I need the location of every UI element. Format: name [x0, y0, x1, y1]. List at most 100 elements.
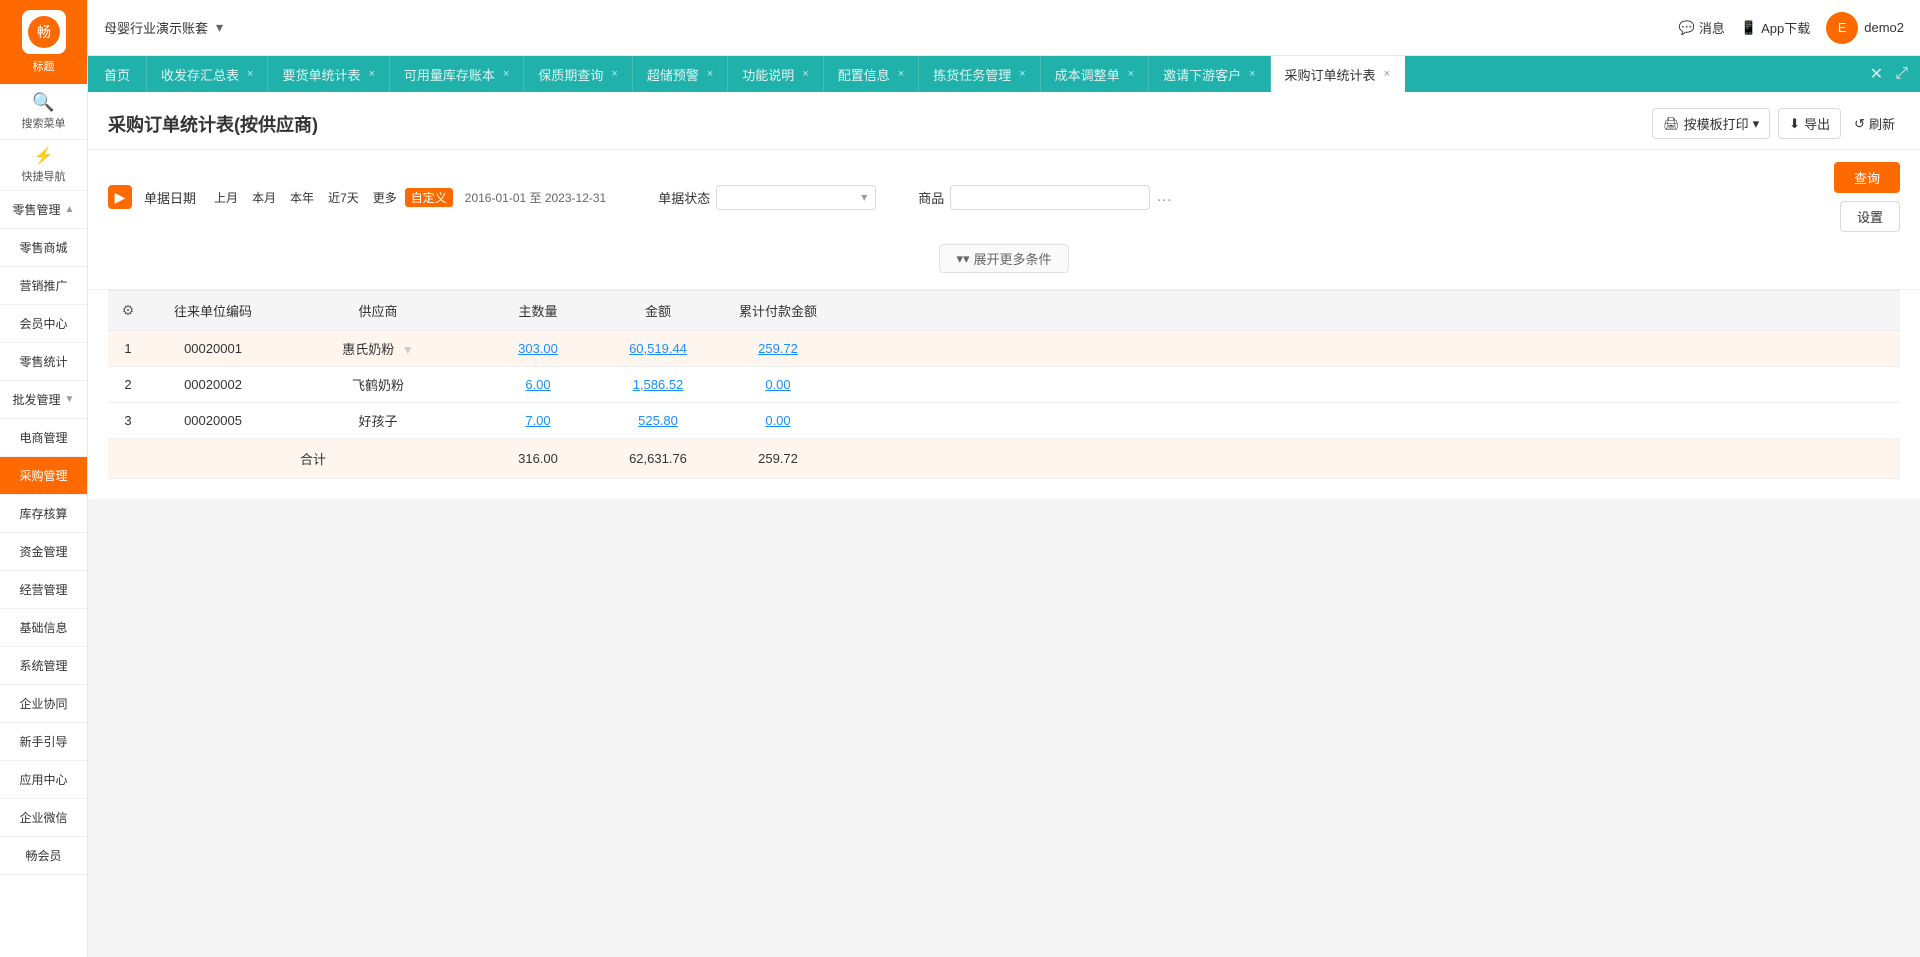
sidebar-retail-label: 零售管理	[13, 201, 61, 218]
tab-chaochu[interactable]: 超储预警 ×	[633, 56, 728, 92]
message-button[interactable]: 💬 消息	[1679, 18, 1725, 37]
sidebar-item-quicknav[interactable]: ⚡ 快捷导航	[0, 140, 87, 191]
tab-close-icon[interactable]: ×	[247, 68, 253, 80]
chevron-up-icon: ▲	[65, 204, 75, 215]
tab-close-icon[interactable]: ×	[1128, 68, 1134, 80]
tab-expand-icon[interactable]: ⤢	[1891, 65, 1912, 83]
td-no: 3	[108, 403, 148, 439]
status-select[interactable]: ▾	[716, 185, 876, 210]
print-button[interactable]: 🖨 按模板打印 ▾	[1652, 108, 1770, 139]
th-amount: 金额	[598, 291, 718, 331]
setting-button[interactable]: 设置	[1840, 201, 1900, 232]
sidebar-finance-label: 资金管理	[19, 543, 67, 560]
td-footer-empty	[108, 439, 148, 479]
sidebar-item-vip[interactable]: 畅会员	[0, 837, 87, 875]
date-opt-this-year[interactable]: 本年	[284, 187, 320, 208]
td-qty: 7.00	[478, 403, 598, 439]
tab-home[interactable]: 首页	[88, 56, 147, 92]
column-settings-icon[interactable]: ⚙	[122, 302, 135, 318]
goods-filter: 商品 …	[918, 185, 1172, 210]
tab-close-icon[interactable]: ×	[611, 68, 617, 80]
app-download-button[interactable]: 📱 App下载	[1741, 18, 1810, 37]
date-opt-last-month[interactable]: 上月	[208, 187, 244, 208]
sidebar-newguide-label: 新手引导	[19, 733, 67, 750]
refresh-label: 刷新	[1869, 114, 1895, 133]
sidebar-item-ecommerce[interactable]: 电商管理	[0, 419, 87, 457]
table-footer-row: 合计 316.00 62,631.76 259.72	[108, 439, 1900, 479]
tab-peizhi[interactable]: 配置信息 ×	[824, 56, 919, 92]
refresh-button[interactable]: ↺ 刷新	[1849, 109, 1900, 138]
td-qty: 303.00	[478, 331, 598, 367]
date-opt-more[interactable]: 更多	[367, 187, 403, 208]
tab-close-icon[interactable]: ×	[503, 68, 509, 80]
sidebar-item-retail-stats[interactable]: 零售统计	[0, 343, 87, 381]
tab-keyongliang[interactable]: 可用量库存账本 ×	[390, 56, 524, 92]
print-dropdown-icon[interactable]: ▾	[1753, 116, 1760, 132]
td-supplier-code: 00020001	[148, 331, 278, 367]
sidebar-item-retail[interactable]: 零售管理 ▲	[0, 191, 87, 229]
tab-close-icon[interactable]: ×	[707, 68, 713, 80]
th-extra	[838, 291, 1900, 331]
tab-close-icon[interactable]: ×	[802, 68, 808, 80]
td-footer-amount: 62,631.76	[598, 439, 718, 479]
sidebar-item-newguide[interactable]: 新手引导	[0, 723, 87, 761]
tab-close-icon[interactable]: ×	[1019, 68, 1025, 80]
tab-label: 保质期查询	[538, 65, 603, 84]
tab-label: 收发存汇总表	[161, 65, 239, 84]
sidebar-item-operations[interactable]: 经营管理	[0, 571, 87, 609]
table-row: 1 00020001 惠氏奶粉 ▼ 303.00 60,519.44 259.7…	[108, 331, 1900, 367]
sidebar-item-search[interactable]: 🔍 搜索菜单	[0, 84, 87, 140]
sidebar-item-system[interactable]: 系统管理	[0, 647, 87, 685]
goods-input[interactable]	[950, 185, 1150, 210]
tab-close-window-icon[interactable]: ✕	[1866, 64, 1887, 84]
date-custom-tag[interactable]: 自定义	[405, 188, 453, 207]
sidebar-item-wechat[interactable]: 企业微信	[0, 799, 87, 837]
date-opt-this-month[interactable]: 本月	[246, 187, 282, 208]
supplier-expand-icon[interactable]: ▼	[402, 343, 414, 357]
sidebar-item-finance[interactable]: 资金管理	[0, 533, 87, 571]
sidebar-item-enterprise[interactable]: 企业协同	[0, 685, 87, 723]
date-opt-7days[interactable]: 近7天	[322, 187, 365, 208]
tab-caigoudantongji[interactable]: 采购订单统计表 ×	[1271, 56, 1405, 92]
export-button[interactable]: ⬇ 导出	[1778, 108, 1841, 139]
sidebar-item-marketing[interactable]: 营销推广	[0, 267, 87, 305]
tab-close-icon[interactable]: ×	[1249, 68, 1255, 80]
td-footer-paid: 259.72	[718, 439, 838, 479]
logo-icon: 畅	[22, 10, 66, 54]
date-range-text: 2016-01-01 至 2023-12-31	[465, 189, 606, 206]
td-qty: 6.00	[478, 367, 598, 403]
tab-shoufahuizong[interactable]: 收发存汇总表 ×	[147, 56, 268, 92]
expand-more-button[interactable]: ▾▾ 展开更多条件	[939, 244, 1068, 273]
tab-gongneng[interactable]: 功能说明 ×	[728, 56, 823, 92]
tab-yaoqingxiayou[interactable]: 邀请下游客户 ×	[1149, 56, 1270, 92]
tab-chengbentiaozhen[interactable]: 成本调整单 ×	[1041, 56, 1149, 92]
sidebar-item-appcenter[interactable]: 应用中心	[0, 761, 87, 799]
tab-label: 拣货任务管理	[933, 65, 1011, 84]
sidebar-ecommerce-label: 电商管理	[19, 429, 67, 446]
tab-yaohuodantongji[interactable]: 要货单统计表 ×	[268, 56, 389, 92]
tab-paihuorenwu[interactable]: 拣货任务管理 ×	[919, 56, 1040, 92]
status-filter-label: 单据状态	[658, 188, 710, 207]
td-no: 2	[108, 367, 148, 403]
td-supplier: 好孩子	[278, 403, 478, 439]
sidebar-item-retail-shop[interactable]: 零售商城	[0, 229, 87, 267]
td-paid: 0.00	[718, 367, 838, 403]
filter-toggle-button[interactable]: ▶	[108, 185, 132, 209]
tab-close-icon[interactable]: ×	[898, 68, 904, 80]
tab-close-icon[interactable]: ×	[1384, 68, 1390, 80]
sidebar-item-members[interactable]: 会员中心	[0, 305, 87, 343]
sidebar-item-purchase[interactable]: 采购管理	[0, 457, 87, 495]
tab-controls: ✕ ⤢	[1866, 64, 1920, 84]
data-table: ⚙ 往来单位编码 供应商 主数量 金额 累计付款金额 1	[108, 290, 1900, 479]
sidebar-item-basicinfo[interactable]: 基础信息	[0, 609, 87, 647]
sidebar-item-wholesale[interactable]: 批发管理 ▼	[0, 381, 87, 419]
page-title: 采购订单统计表(按供应商)	[108, 111, 318, 137]
industry-dropdown-icon[interactable]: ▾	[216, 19, 223, 36]
goods-more-icon[interactable]: …	[1156, 188, 1172, 206]
user-menu[interactable]: E demo2	[1826, 12, 1904, 44]
tab-close-icon[interactable]: ×	[368, 68, 374, 80]
sidebar-appcenter-label: 应用中心	[19, 771, 67, 788]
sidebar-item-inventory[interactable]: 库存核算	[0, 495, 87, 533]
query-button[interactable]: 查询	[1834, 162, 1900, 193]
tab-baoyuanqixun[interactable]: 保质期查询 ×	[524, 56, 632, 92]
